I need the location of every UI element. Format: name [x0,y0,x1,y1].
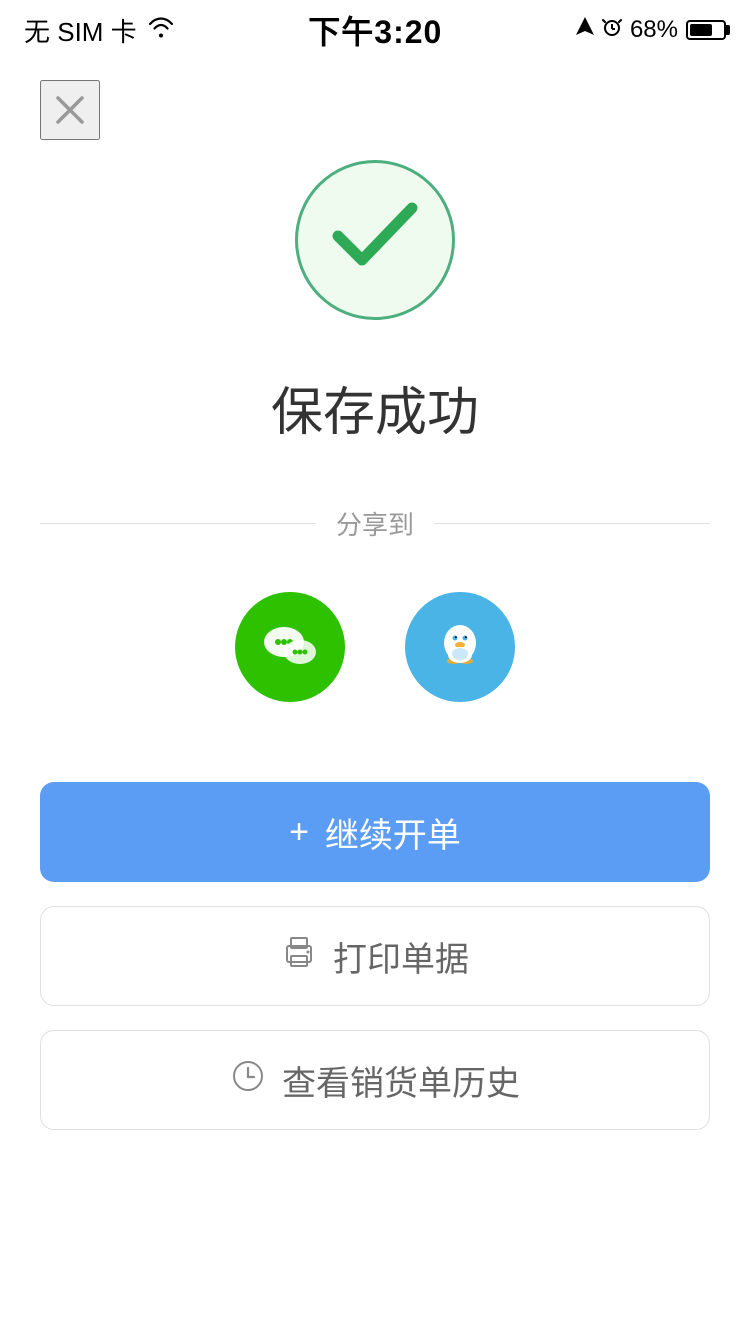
status-bar: 无 SIM 卡 下午3:20 68% [0,0,750,60]
action-buttons: + 继续开单 打印单据 [40,782,710,1130]
status-time: 下午3:20 [308,7,442,53]
history-label: 查看销货单历史 [282,1056,520,1105]
share-label: 分享到 [336,505,414,542]
continue-button[interactable]: + 继续开单 [40,782,710,882]
plus-icon: + [289,813,309,852]
qq-share-button[interactable] [405,592,515,702]
print-button[interactable]: 打印单据 [40,906,710,1006]
print-label: 打印单据 [333,932,469,981]
battery-icon [686,20,726,40]
location-icon [576,16,594,44]
main-content: 保存成功 分享到 [0,60,750,1334]
wifi-icon [147,16,175,45]
close-icon [52,92,88,128]
battery-percentage: 68% [630,16,678,44]
print-icon [281,934,317,979]
alarm-icon [602,16,622,44]
wechat-icon [258,620,323,675]
history-icon [230,1058,266,1103]
wechat-share-button[interactable] [235,592,345,702]
share-icons [235,592,515,702]
close-button[interactable] [40,80,100,140]
status-carrier: 无 SIM 卡 [24,12,175,49]
divider-left [40,523,316,524]
status-right: 68% [576,16,726,44]
divider-right [434,523,710,524]
continue-label: 继续开单 [325,808,461,857]
success-circle [295,160,455,320]
checkmark-icon [330,198,420,283]
share-divider: 分享到 [40,505,710,542]
qq-icon [428,615,493,680]
success-title: 保存成功 [271,370,479,445]
carrier-text: 无 SIM 卡 [24,12,137,49]
history-button[interactable]: 查看销货单历史 [40,1030,710,1130]
